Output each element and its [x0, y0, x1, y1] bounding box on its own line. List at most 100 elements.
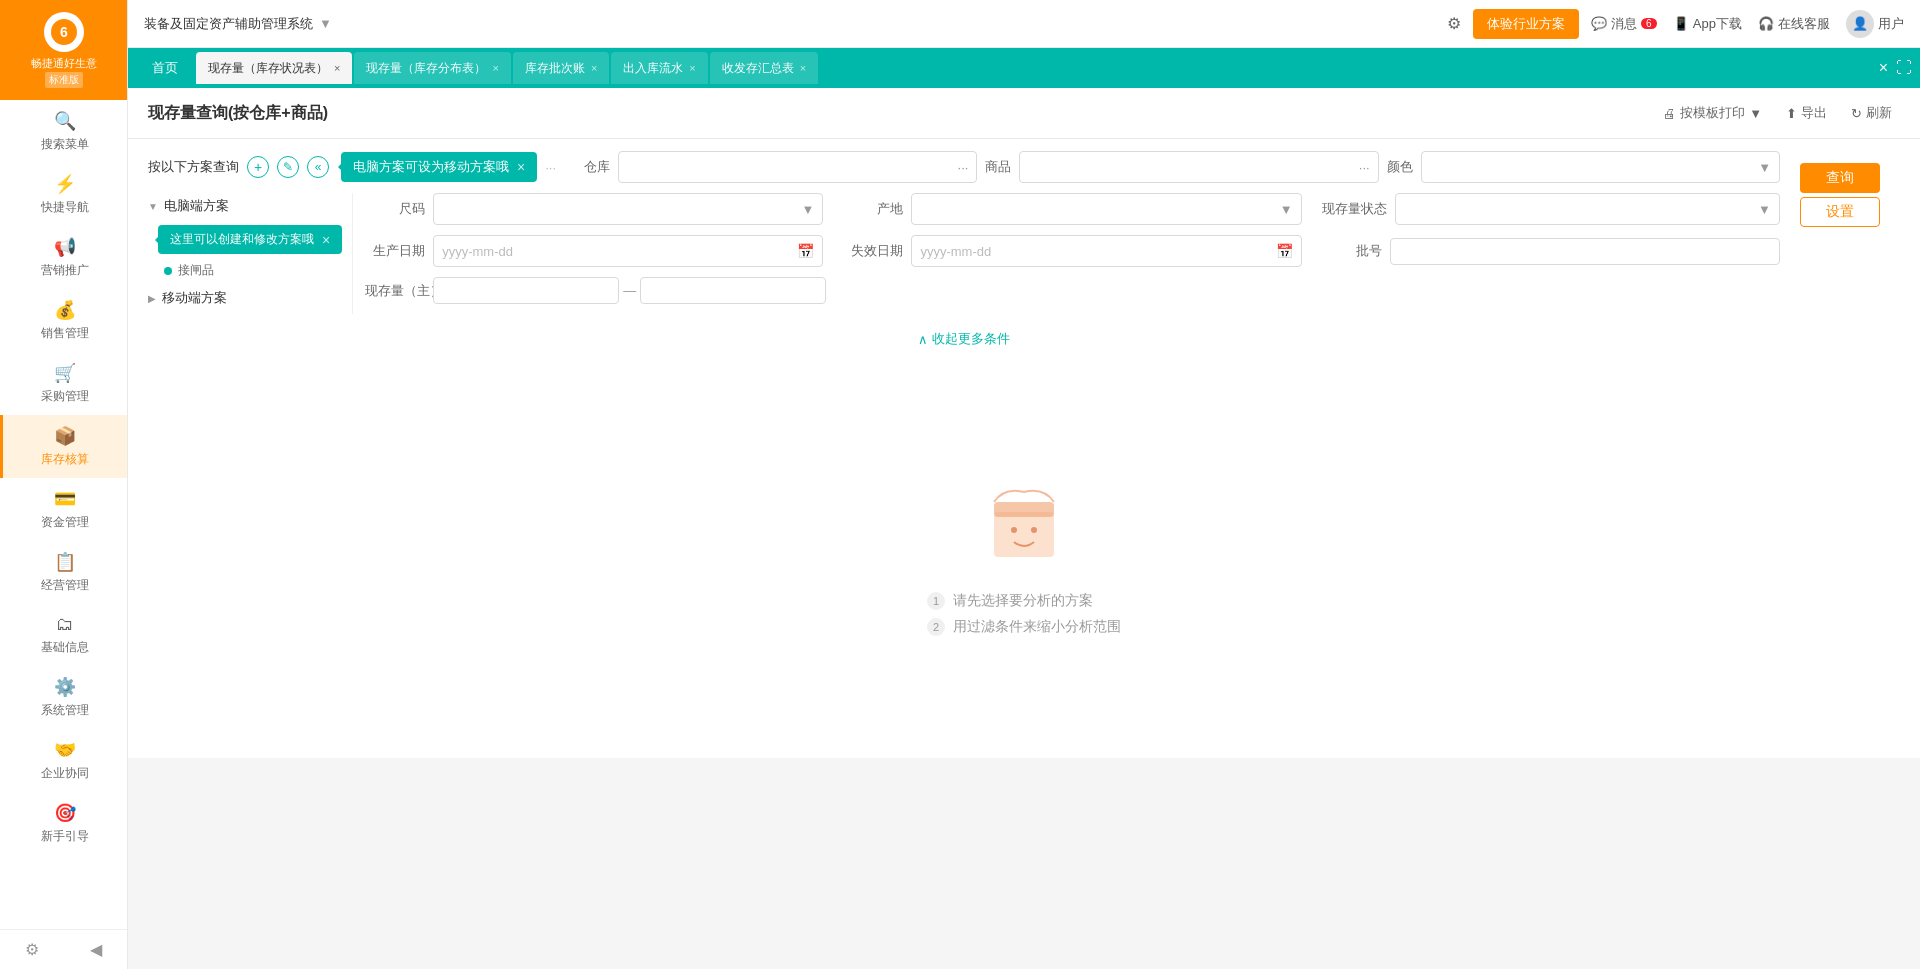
batch-input[interactable]: [1390, 238, 1780, 265]
stock-main-label: 现存量（主）: [365, 282, 425, 300]
sidebar-item-label: 销售管理: [41, 325, 89, 342]
stock-status-label: 现存量状态: [1322, 200, 1387, 218]
print-template-btn[interactable]: 🖨 按模板打印 ▼: [1655, 100, 1770, 126]
system-name-dropdown-icon[interactable]: ▼: [319, 16, 332, 31]
settings-footer-btn[interactable]: ⚙: [25, 940, 39, 959]
stock-main-range: —: [433, 277, 826, 304]
purchase-icon: 🛒: [54, 362, 76, 384]
svg-rect-3: [994, 502, 1054, 517]
setup-btn[interactable]: 设置: [1800, 197, 1880, 227]
edit-scheme-btn[interactable]: ✎: [277, 156, 299, 178]
sidebar-item-label: 新手引导: [41, 828, 89, 845]
pc-scheme-label: 电脑端方案: [164, 197, 229, 215]
tip-num-2: 2: [927, 618, 945, 636]
tab-inventory-status[interactable]: 现存量（库存状况表） ×: [196, 52, 352, 84]
app-download-action[interactable]: 📱 App下载: [1673, 15, 1742, 33]
svg-text:6: 6: [60, 24, 68, 40]
add-scheme-btn[interactable]: +: [247, 156, 269, 178]
collapse-footer-btn[interactable]: ◀: [90, 940, 102, 959]
quick-nav-icon: ⚡: [54, 173, 76, 195]
tab-close-icon[interactable]: ×: [334, 62, 340, 74]
tab-in-out-flow[interactable]: 出入库流水 ×: [611, 52, 707, 84]
svg-rect-2: [994, 512, 1054, 557]
tab-home[interactable]: 首页: [136, 48, 194, 88]
sidebar-item-label: 快捷导航: [41, 199, 89, 216]
pc-scheme-item[interactable]: ▼ 电脑端方案: [148, 193, 342, 219]
sidebar: 6 畅捷通好生意 标准版 🔍 搜索菜单 ⚡ 快捷导航 📢 营销推广 💰 销售管理…: [0, 0, 128, 969]
messages-icon: 💬: [1591, 16, 1607, 31]
tab-close-all-icon[interactable]: ×: [1879, 59, 1888, 77]
prod-date-calendar-icon[interactable]: 📅: [797, 243, 814, 259]
tooltip1-close-btn[interactable]: ×: [517, 159, 525, 175]
tab-close-icon[interactable]: ×: [591, 62, 597, 74]
tab-receive-summary[interactable]: 收发存汇总表 ×: [710, 52, 818, 84]
prod-date-input[interactable]: yyyy-mm-dd 📅: [433, 235, 823, 267]
sidebar-item-guide[interactable]: 🎯 新手引导: [0, 792, 127, 855]
sidebar-item-marketing[interactable]: 📢 营销推广: [0, 226, 127, 289]
sidebar-item-management[interactable]: 📋 经营管理: [0, 541, 127, 604]
form-row-1: 尺码 ▼ 产地 ▼: [365, 193, 1780, 225]
size-select[interactable]: ▼: [433, 193, 823, 225]
size-field: 尺码 ▼: [365, 193, 823, 225]
messages-label: 消息: [1611, 15, 1637, 33]
expiry-date-input[interactable]: yyyy-mm-dd 📅: [911, 235, 1301, 267]
tab-close-icon[interactable]: ×: [492, 62, 498, 74]
tab-label: 库存批次账: [525, 60, 585, 77]
sidebar-item-label: 基础信息: [41, 639, 89, 656]
support-action[interactable]: 🎧 在线客服: [1758, 15, 1830, 33]
sales-icon: 💰: [54, 299, 76, 321]
active-scheme-node[interactable]: 接闸品: [164, 262, 342, 279]
export-btn[interactable]: ⬆ 导出: [1778, 100, 1835, 126]
sidebar-item-base-info[interactable]: 🗂 基础信息: [0, 604, 127, 666]
sidebar-item-finance[interactable]: 💳 资金管理: [0, 478, 127, 541]
sidebar-item-sales[interactable]: 💰 销售管理: [0, 289, 127, 352]
tab-close-icon[interactable]: ×: [689, 62, 695, 74]
stock-main-min-input[interactable]: [433, 277, 619, 304]
back-btn[interactable]: «: [307, 156, 329, 178]
logo-icon: 6: [44, 12, 84, 52]
tab-inventory-dist[interactable]: 现存量（库存分布表） ×: [354, 52, 510, 84]
tab-batch-account[interactable]: 库存批次账 ×: [513, 52, 609, 84]
user-action[interactable]: 👤 用户: [1846, 10, 1904, 38]
settings-icon[interactable]: ⚙: [1447, 14, 1461, 33]
prod-date-placeholder: yyyy-mm-dd: [442, 244, 513, 259]
headset-icon: 🎧: [1758, 16, 1774, 31]
sidebar-item-enterprise[interactable]: 🤝 企业协同: [0, 729, 127, 792]
warehouse-select[interactable]: ···: [618, 151, 977, 183]
collapse-arrow-icon: ∧: [918, 332, 928, 347]
page-content: 现存量查询(按仓库+商品) 🖨 按模板打印 ▼ ⬆ 导出 ↻ 刷新: [128, 88, 1920, 969]
prod-date-field: 生产日期 yyyy-mm-dd 📅: [365, 235, 823, 267]
sidebar-item-label: 采购管理: [41, 388, 89, 405]
goods-select[interactable]: ···: [1019, 151, 1378, 183]
tab-fullscreen-icon[interactable]: ⛶: [1896, 59, 1912, 77]
stock-main-max-input[interactable]: [640, 277, 826, 304]
sidebar-item-label: 资金管理: [41, 514, 89, 531]
batch-field: 批号: [1322, 238, 1780, 265]
stock-status-select[interactable]: ▼: [1395, 193, 1780, 225]
expiry-date-calendar-icon[interactable]: 📅: [1276, 243, 1293, 259]
sidebar-item-search[interactable]: 🔍 搜索菜单: [0, 100, 127, 163]
try-industry-btn[interactable]: 体验行业方案: [1473, 9, 1579, 39]
sidebar-item-label: 库存核算: [41, 451, 89, 468]
sidebar-item-quick-nav[interactable]: ⚡ 快捷导航: [0, 163, 127, 226]
sidebar-item-inventory[interactable]: 📦 库存核算: [0, 415, 127, 478]
more-options-icon[interactable]: ···: [545, 160, 556, 175]
refresh-btn[interactable]: ↻ 刷新: [1843, 100, 1900, 126]
collapse-conditions-btn[interactable]: ∧ 收起更多条件: [148, 320, 1780, 358]
print-dropdown-icon: ▼: [1749, 106, 1762, 121]
warehouse-label: 仓库: [584, 158, 610, 176]
tab-label: 现存量（库存状况表）: [208, 60, 328, 77]
tab-close-icon[interactable]: ×: [800, 62, 806, 74]
mobile-scheme-item[interactable]: ▶ 移动端方案: [148, 285, 342, 311]
color-dropdown-icon: ▼: [1758, 160, 1771, 175]
color-select[interactable]: ▼: [1421, 151, 1780, 183]
sidebar-item-system[interactable]: ⚙️ 系统管理: [0, 666, 127, 729]
stock-status-field: 现存量状态 ▼: [1322, 193, 1780, 225]
goods-dropdown-icon: ···: [1359, 160, 1370, 175]
search-btn[interactable]: 查询: [1800, 163, 1880, 193]
tooltip2-close-btn[interactable]: ×: [322, 232, 330, 248]
tip-num-1: 1: [927, 592, 945, 610]
sidebar-item-purchase[interactable]: 🛒 采购管理: [0, 352, 127, 415]
messages-action[interactable]: 💬 消息 6: [1591, 15, 1657, 33]
origin-select[interactable]: ▼: [911, 193, 1301, 225]
